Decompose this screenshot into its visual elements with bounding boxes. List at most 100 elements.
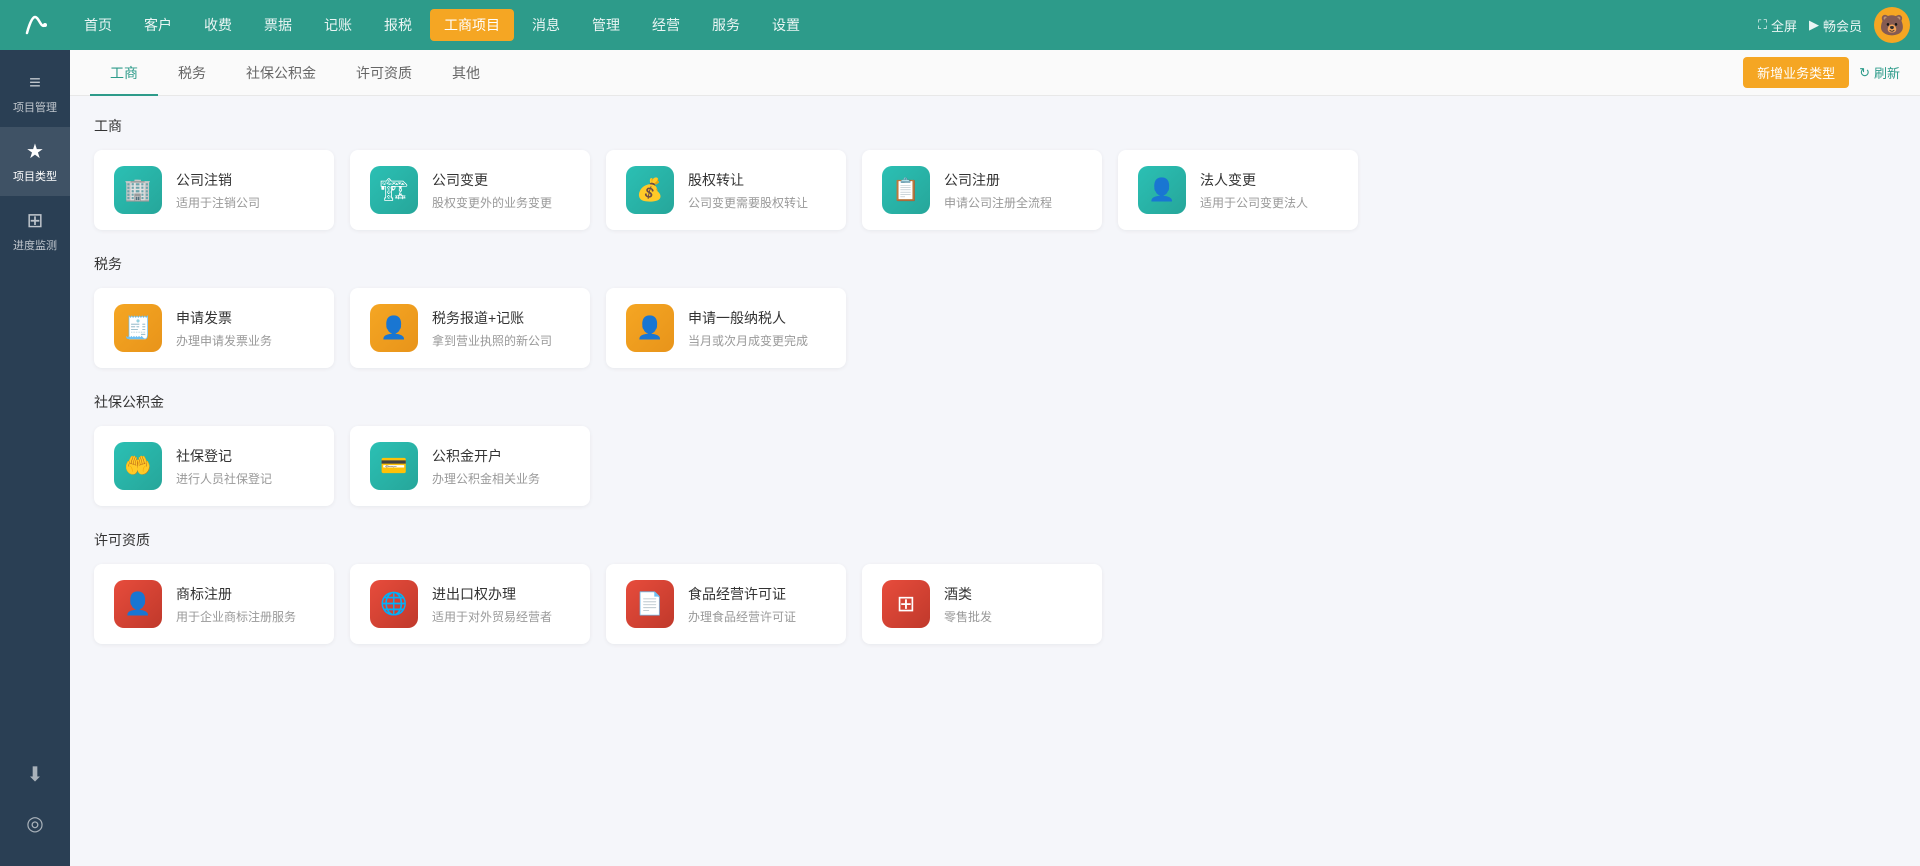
card-desc: 进行人员社保登记 (176, 470, 272, 487)
card-text: 公司变更 股权变更外的业务变更 (432, 170, 552, 211)
sidebar-icon: ★ (26, 139, 44, 164)
tab-工商[interactable]: 工商 (90, 51, 158, 95)
card-desc: 零售批发 (944, 608, 992, 625)
card-name: 商标注册 (176, 584, 296, 604)
card-text: 进出口权办理 适用于对外贸易经营者 (432, 584, 552, 625)
section-title: 社保公积金 (94, 392, 1896, 412)
sidebar-label: 项目类型 (13, 168, 57, 184)
card-text: 申请一般纳税人 当月或次月成变更完成 (688, 308, 808, 349)
tab-许可资质[interactable]: 许可资质 (336, 51, 432, 95)
card-公积金开户[interactable]: 💳 公积金开户 办理公积金相关业务 (350, 426, 590, 506)
section-工商: 工商 🏢 公司注销 适用于注销公司 🏗 公司变更 股权变更外的业务变更 💰 股权… (94, 116, 1896, 230)
nav-item-服务[interactable]: 服务 (698, 9, 754, 41)
sidebar-item-项目管理[interactable]: ≡ 项目管理 (0, 60, 70, 127)
top-navigation: 首页客户收费票据记账报税工商项目消息管理经营服务设置 ⛶ 全屏 ▶ 畅会员 🐻 (0, 0, 1920, 50)
card-text: 公司注册 申请公司注册全流程 (944, 170, 1052, 211)
card-股权转让[interactable]: 💰 股权转让 公司变更需要股权转让 (606, 150, 846, 230)
section-title: 许可资质 (94, 530, 1896, 550)
sidebar-label: 进度监测 (13, 237, 57, 253)
section-title: 税务 (94, 254, 1896, 274)
tab-税务[interactable]: 税务 (158, 51, 226, 95)
play-icon: ▶ (1809, 17, 1819, 33)
nav-item-设置[interactable]: 设置 (758, 9, 814, 41)
card-icon: 👤 (114, 580, 162, 628)
fullscreen-icon: ⛶ (1758, 17, 1767, 33)
sidebar-icon: ≡ (29, 72, 41, 95)
card-icon: 👤 (370, 304, 418, 352)
refresh-icon: ↻ (1859, 65, 1870, 81)
card-desc: 当月或次月成变更完成 (688, 332, 808, 349)
nav-right: ⛶ 全屏 ▶ 畅会员 🐻 (1758, 7, 1910, 43)
card-name: 食品经营许可证 (688, 584, 796, 604)
cards-grid: 🏢 公司注销 适用于注销公司 🏗 公司变更 股权变更外的业务变更 💰 股权转让 … (94, 150, 1896, 230)
nav-items: 首页客户收费票据记账报税工商项目消息管理经营服务设置 (70, 9, 1758, 41)
card-name: 法人变更 (1200, 170, 1308, 190)
card-社保登记[interactable]: 🤲 社保登记 进行人员社保登记 (94, 426, 334, 506)
sidebar-bottom-item[interactable]: ◎ (0, 801, 70, 846)
card-desc: 股权变更外的业务变更 (432, 194, 552, 211)
card-公司变更[interactable]: 🏗 公司变更 股权变更外的业务变更 (350, 150, 590, 230)
card-icon: 📋 (882, 166, 930, 214)
avatar[interactable]: 🐻 (1874, 7, 1910, 43)
nav-item-收费[interactable]: 收费 (190, 9, 246, 41)
card-desc: 办理申请发票业务 (176, 332, 272, 349)
nav-item-工商项目[interactable]: 工商项目 (430, 9, 514, 41)
fullscreen-btn[interactable]: ⛶ 全屏 (1758, 16, 1797, 35)
card-食品经营许可证[interactable]: 📄 食品经营许可证 办理食品经营许可证 (606, 564, 846, 644)
card-税务报道+记账[interactable]: 👤 税务报道+记账 拿到营业执照的新公司 (350, 288, 590, 368)
card-desc: 适用于对外贸易经营者 (432, 608, 552, 625)
nav-item-消息[interactable]: 消息 (518, 9, 574, 41)
vip-btn[interactable]: ▶ 畅会员 (1809, 16, 1862, 35)
card-公司注册[interactable]: 📋 公司注册 申请公司注册全流程 (862, 150, 1102, 230)
card-text: 酒类 零售批发 (944, 584, 992, 625)
nav-item-记账[interactable]: 记账 (310, 9, 366, 41)
sidebar-item-项目类型[interactable]: ★ 项目类型 (0, 127, 70, 196)
bottom-icon: ⬇ (27, 762, 44, 787)
card-desc: 适用于公司变更法人 (1200, 194, 1308, 211)
content-area: 工商税务社保公积金许可资质其他 新增业务类型 ↻ 刷新 工商 🏢 公司注销 适用… (70, 50, 1920, 866)
card-desc: 办理公积金相关业务 (432, 470, 540, 487)
card-icon: 👤 (1138, 166, 1186, 214)
card-icon: 💳 (370, 442, 418, 490)
card-icon: 📄 (626, 580, 674, 628)
card-text: 商标注册 用于企业商标注册服务 (176, 584, 296, 625)
nav-item-票据[interactable]: 票据 (250, 9, 306, 41)
card-desc: 公司变更需要股权转让 (688, 194, 808, 211)
card-酒类[interactable]: ⊞ 酒类 零售批发 (862, 564, 1102, 644)
card-申请一般纳税人[interactable]: 👤 申请一般纳税人 当月或次月成变更完成 (606, 288, 846, 368)
card-text: 税务报道+记账 拿到营业执照的新公司 (432, 308, 552, 349)
tab-actions: 新增业务类型 ↻ 刷新 (1743, 57, 1900, 88)
nav-item-首页[interactable]: 首页 (70, 9, 126, 41)
sidebar-item-进度监测[interactable]: ⊞ 进度监测 (0, 196, 70, 265)
nav-item-报税[interactable]: 报税 (370, 9, 426, 41)
sidebar: ≡ 项目管理 ★ 项目类型 ⊞ 进度监测 ⬇ ◎ (0, 50, 70, 866)
card-name: 申请发票 (176, 308, 272, 328)
section-社保公积金: 社保公积金 🤲 社保登记 进行人员社保登记 💳 公积金开户 办理公积金相关业务 (94, 392, 1896, 506)
nav-item-经营[interactable]: 经营 (638, 9, 694, 41)
sidebar-icon: ⊞ (27, 208, 44, 233)
card-申请发票[interactable]: 🧾 申请发票 办理申请发票业务 (94, 288, 334, 368)
section-许可资质: 许可资质 👤 商标注册 用于企业商标注册服务 🌐 进出口权办理 适用于对外贸易经… (94, 530, 1896, 644)
nav-item-管理[interactable]: 管理 (578, 9, 634, 41)
refresh-button[interactable]: ↻ 刷新 (1859, 63, 1900, 82)
card-法人变更[interactable]: 👤 法人变更 适用于公司变更法人 (1118, 150, 1358, 230)
nav-item-客户[interactable]: 客户 (130, 9, 186, 41)
card-name: 进出口权办理 (432, 584, 552, 604)
sidebar-bottom-item[interactable]: ⬇ (0, 752, 70, 797)
card-icon: 🏗 (370, 166, 418, 214)
card-text: 公司注销 适用于注销公司 (176, 170, 260, 211)
logo (10, 9, 60, 41)
card-text: 股权转让 公司变更需要股权转让 (688, 170, 808, 211)
new-type-button[interactable]: 新增业务类型 (1743, 57, 1849, 88)
card-name: 公司注销 (176, 170, 260, 190)
card-icon: 💰 (626, 166, 674, 214)
card-公司注销[interactable]: 🏢 公司注销 适用于注销公司 (94, 150, 334, 230)
card-desc: 拿到营业执照的新公司 (432, 332, 552, 349)
card-商标注册[interactable]: 👤 商标注册 用于企业商标注册服务 (94, 564, 334, 644)
tab-社保公积金[interactable]: 社保公积金 (226, 51, 336, 95)
card-name: 股权转让 (688, 170, 808, 190)
tab-其他[interactable]: 其他 (432, 51, 500, 95)
card-进出口权办理[interactable]: 🌐 进出口权办理 适用于对外贸易经营者 (350, 564, 590, 644)
card-icon: 🧾 (114, 304, 162, 352)
cards-grid: 👤 商标注册 用于企业商标注册服务 🌐 进出口权办理 适用于对外贸易经营者 📄 … (94, 564, 1896, 644)
